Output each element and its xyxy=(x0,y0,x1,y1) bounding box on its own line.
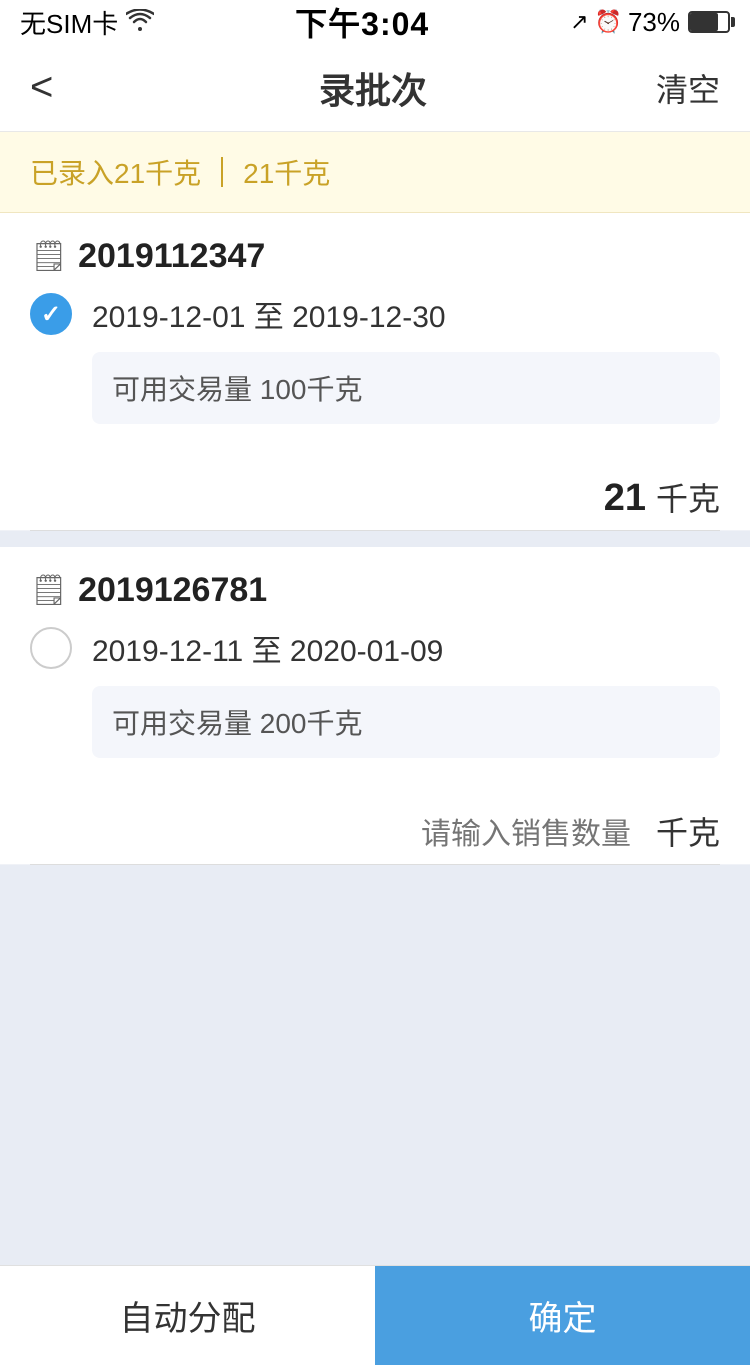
status-time: 下午3:04 xyxy=(295,0,429,45)
batch1-doc-icon: 🗒 xyxy=(30,239,68,274)
batch1-quantity-unit: 千克 xyxy=(656,474,720,520)
batch2-quantity-input[interactable] xyxy=(260,818,646,852)
page-title: 录批次 xyxy=(319,62,427,114)
batch2-unit: 千克 xyxy=(656,808,720,854)
batch1-id-row: 🗒 2019112347 xyxy=(30,237,720,276)
batch2-radio[interactable] xyxy=(30,627,72,669)
battery-percent: 73% xyxy=(628,7,680,38)
gray-area xyxy=(0,865,750,1265)
location-icon: ↗ xyxy=(570,9,588,35)
batch2-card: 🗒 2019126781 2019-12-11 至 2020-01-09 可用交… xyxy=(0,547,750,788)
section-separator-1 xyxy=(0,531,750,547)
banner-divider xyxy=(221,157,223,187)
status-right: ↗ ⏰ 73% xyxy=(570,7,730,38)
nav-bar: < 录批次 清空 xyxy=(0,44,750,132)
batch1-card: 🗒 2019112347 2019-12-01 至 2019-12-30 可用交… xyxy=(0,213,750,454)
wifi-icon xyxy=(126,7,154,38)
back-button[interactable]: < xyxy=(30,65,90,110)
battery-icon xyxy=(688,11,730,33)
batch2-input-row: 千克 xyxy=(0,788,750,864)
batch2-date-range: 2019-12-11 至 2020-01-09 xyxy=(92,626,443,670)
batch2-id-row: 🗒 2019126781 xyxy=(30,571,720,610)
status-bar: 无SIM卡 下午3:04 ↗ ⏰ 73% xyxy=(0,0,750,44)
batch2-date-row[interactable]: 2019-12-11 至 2020-01-09 xyxy=(30,626,720,670)
amount-value: 21千克 xyxy=(243,152,330,192)
recorded-amount: 已录入21千克 xyxy=(30,152,201,192)
batch1-quantity-value: 21 xyxy=(604,477,646,520)
batch1-radio[interactable] xyxy=(30,293,72,335)
batch2-doc-icon: 🗒 xyxy=(30,573,68,608)
alarm-icon: ⏰ xyxy=(595,9,622,35)
batch1-available: 可用交易量 100千克 xyxy=(92,352,720,424)
batch2-available: 可用交易量 200千克 xyxy=(92,686,720,758)
batch1-quantity-row: 21 千克 xyxy=(0,454,750,530)
clear-button[interactable]: 清空 xyxy=(656,65,720,111)
batch1-date-row[interactable]: 2019-12-01 至 2019-12-30 xyxy=(30,292,720,336)
batch1-date-range: 2019-12-01 至 2019-12-30 xyxy=(92,292,446,336)
confirm-button[interactable]: 确定 xyxy=(375,1266,750,1365)
batch1-id: 2019112347 xyxy=(78,237,265,276)
status-left: 无SIM卡 xyxy=(20,4,154,41)
auto-distribute-button[interactable]: 自动分配 xyxy=(0,1266,375,1365)
batch2-id: 2019126781 xyxy=(78,571,267,610)
info-banner: 已录入21千克 21千克 xyxy=(0,132,750,213)
sim-text: 无SIM卡 xyxy=(20,4,118,41)
bottom-bar: 自动分配 确定 xyxy=(0,1265,750,1365)
